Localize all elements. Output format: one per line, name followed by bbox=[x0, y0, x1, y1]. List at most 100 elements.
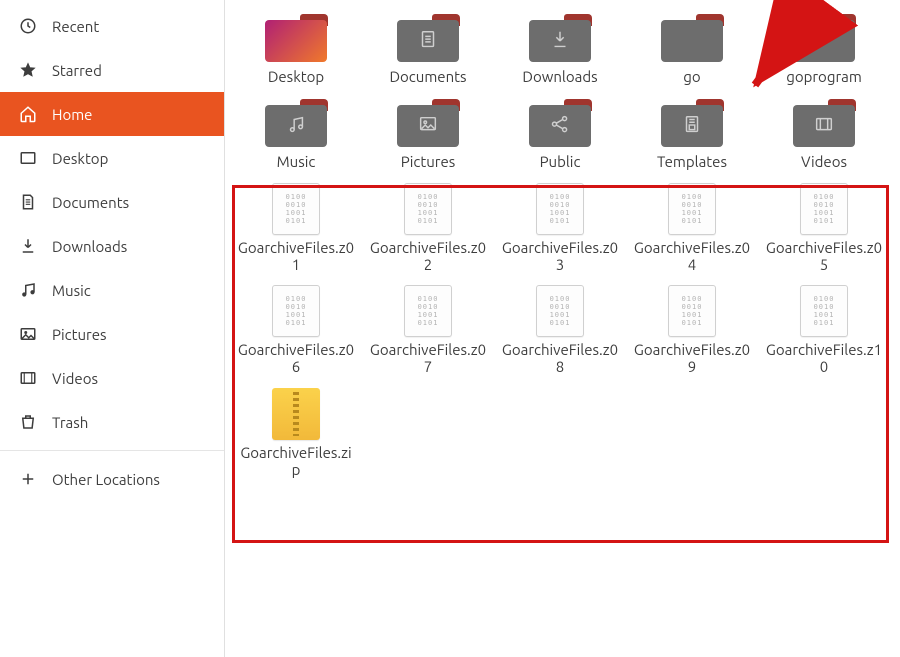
sidebar-item-documents[interactable]: Documents bbox=[0, 180, 224, 224]
file-item[interactable]: Public bbox=[495, 95, 625, 178]
file-item[interactable]: 0100001010010101 GoarchiveFiles.z06 bbox=[231, 283, 361, 384]
sidebar-item-label: Other Locations bbox=[52, 471, 160, 488]
folder-icon bbox=[528, 12, 592, 64]
sidebar-item-trash[interactable]: Trash bbox=[0, 400, 224, 444]
file-item[interactable]: 0100001010010101 GoarchiveFiles.z09 bbox=[627, 283, 757, 384]
binary-file-icon: 0100001010010101 bbox=[528, 285, 592, 337]
file-item[interactable]: Videos bbox=[759, 95, 889, 178]
clock-icon bbox=[18, 16, 38, 36]
file-item[interactable]: goprogram bbox=[759, 10, 889, 93]
file-label: GoarchiveFiles.zip bbox=[236, 444, 356, 479]
sidebar: Recent Starred Home Desktop Documents Downloa… bbox=[0, 0, 225, 657]
sidebar-item-music[interactable]: Music bbox=[0, 268, 224, 312]
folder-icon bbox=[660, 12, 724, 64]
file-item[interactable]: 0100001010010101 GoarchiveFiles.z04 bbox=[627, 181, 757, 282]
trash-icon bbox=[18, 412, 38, 432]
file-label: Documents bbox=[389, 68, 466, 85]
sidebar-item-label: Desktop bbox=[52, 150, 108, 167]
download-icon bbox=[18, 236, 38, 256]
sidebar-item-recent[interactable]: Recent bbox=[0, 4, 224, 48]
file-label: GoarchiveFiles.z05 bbox=[764, 239, 884, 274]
binary-file-icon: 0100001010010101 bbox=[528, 183, 592, 235]
binary-file-icon: 0100001010010101 bbox=[660, 183, 724, 235]
sidebar-item-label: Pictures bbox=[52, 326, 107, 343]
template-glyph-icon bbox=[681, 113, 703, 135]
file-label: GoarchiveFiles.z09 bbox=[632, 341, 752, 376]
music-glyph-icon bbox=[285, 113, 307, 135]
sidebar-item-pictures[interactable]: Pictures bbox=[0, 312, 224, 356]
folder-icon bbox=[396, 97, 460, 149]
file-item[interactable]: Downloads bbox=[495, 10, 625, 93]
file-item[interactable]: go bbox=[627, 10, 757, 93]
folder-icon bbox=[396, 12, 460, 64]
file-item[interactable]: Music bbox=[231, 95, 361, 178]
sidebar-item-starred[interactable]: Starred bbox=[0, 48, 224, 92]
binary-file-icon: 0100001010010101 bbox=[264, 183, 328, 235]
sidebar-item-label: Trash bbox=[52, 414, 88, 431]
sidebar-item-home[interactable]: Home bbox=[0, 92, 224, 136]
file-item[interactable]: 0100001010010101GoarchiveFiles.z03 bbox=[495, 181, 625, 282]
file-label: Videos bbox=[801, 153, 847, 170]
sidebar-item-videos[interactable]: Videos bbox=[0, 356, 224, 400]
document-icon bbox=[18, 192, 38, 212]
download-glyph-icon bbox=[549, 28, 571, 50]
binary-file-icon: 0100001010010101 bbox=[792, 183, 856, 235]
sidebar-item-other-locations[interactable]: Other Locations bbox=[0, 457, 224, 501]
binary-file-icon: 0100001010010101 bbox=[264, 285, 328, 337]
picture-icon bbox=[18, 324, 38, 344]
binary-file-icon: 0100001010010101 bbox=[660, 285, 724, 337]
document-glyph-icon bbox=[417, 28, 439, 50]
sidebar-item-downloads[interactable]: Downloads bbox=[0, 224, 224, 268]
folder-icon bbox=[792, 12, 856, 64]
sidebar-item-label: Home bbox=[52, 106, 92, 123]
star-icon bbox=[18, 60, 38, 80]
file-item[interactable]: Documents bbox=[363, 10, 493, 93]
file-item[interactable]: 0100001010010101 GoarchiveFiles.z01 bbox=[231, 181, 361, 282]
sidebar-item-label: Downloads bbox=[52, 238, 127, 255]
video-glyph-icon bbox=[813, 113, 835, 135]
file-item[interactable]: GoarchiveFiles.zip bbox=[231, 386, 361, 487]
folder-icon bbox=[792, 97, 856, 149]
file-item[interactable]: 0100001010010101 GoarchiveFiles.z05 bbox=[759, 181, 889, 282]
folder-icon bbox=[528, 97, 592, 149]
sidebar-item-desktop[interactable]: Desktop bbox=[0, 136, 224, 180]
sidebar-item-label: Videos bbox=[52, 370, 98, 387]
home-icon bbox=[18, 104, 38, 124]
file-label: GoarchiveFiles.z07 bbox=[368, 341, 488, 376]
file-grid: Desktop Documents Downloads go goprogram Musi… bbox=[231, 10, 894, 486]
binary-file-icon: 0100001010010101 bbox=[396, 285, 460, 337]
file-label: GoarchiveFiles.z01 bbox=[236, 239, 356, 274]
file-label: Public bbox=[540, 153, 581, 170]
file-item[interactable]: 0100001010010101 GoarchiveFiles.z08 bbox=[495, 283, 625, 384]
file-item[interactable]: 0100001010010101 GoarchiveFiles.z07 bbox=[363, 283, 493, 384]
file-item[interactable]: Desktop bbox=[231, 10, 361, 93]
binary-file-icon: 0100001010010101 bbox=[396, 183, 460, 235]
file-label: GoarchiveFiles.z06 bbox=[236, 341, 356, 376]
file-label: GoarchiveFiles.z08 bbox=[500, 341, 620, 376]
file-label: GoarchiveFiles.z04 bbox=[632, 239, 752, 274]
folder-icon bbox=[660, 97, 724, 149]
sidebar-item-label: Documents bbox=[52, 194, 129, 211]
file-label: goprogram bbox=[786, 68, 862, 85]
file-label: Desktop bbox=[268, 68, 324, 85]
folder-icon bbox=[264, 12, 328, 64]
main-content: Desktop Documents Downloads go goprogram Musi… bbox=[225, 0, 900, 657]
music-icon bbox=[18, 280, 38, 300]
share-glyph-icon bbox=[549, 113, 571, 135]
file-label: Pictures bbox=[401, 153, 456, 170]
picture-glyph-icon bbox=[417, 113, 439, 135]
file-item[interactable]: Templates bbox=[627, 95, 757, 178]
zip-file-icon bbox=[264, 388, 328, 440]
sidebar-divider bbox=[0, 450, 224, 451]
file-label: Music bbox=[277, 153, 316, 170]
plus-icon bbox=[18, 469, 38, 489]
file-label: GoarchiveFiles.z10 bbox=[764, 341, 884, 376]
file-item[interactable]: 0100001010010101 GoarchiveFiles.z02 bbox=[363, 181, 493, 282]
video-icon bbox=[18, 368, 38, 388]
file-label: go bbox=[683, 68, 700, 85]
binary-file-icon: 0100001010010101 bbox=[792, 285, 856, 337]
sidebar-item-label: Starred bbox=[52, 62, 102, 79]
file-item[interactable]: Pictures bbox=[363, 95, 493, 178]
file-label: GoarchiveFiles.z02 bbox=[368, 239, 488, 274]
file-item[interactable]: 0100001010010101 GoarchiveFiles.z10 bbox=[759, 283, 889, 384]
